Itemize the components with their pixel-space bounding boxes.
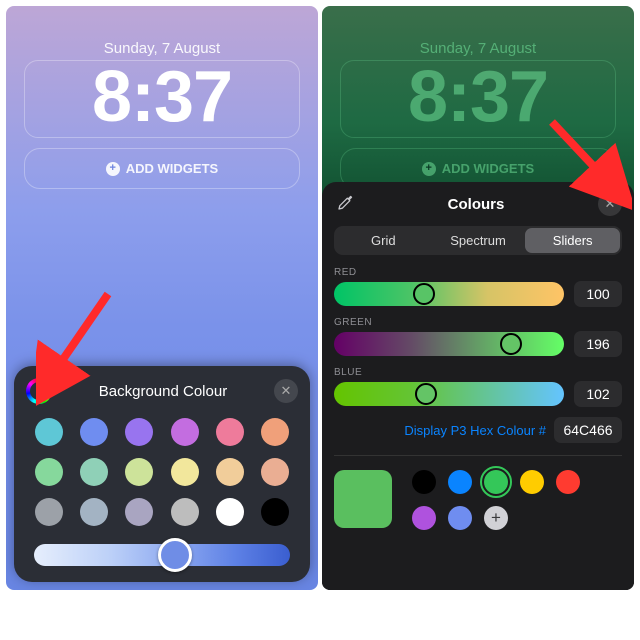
colour-wheel-icon[interactable] — [26, 378, 52, 404]
green-value[interactable]: 196 — [574, 331, 622, 357]
phone-right: Sunday, 7 August 8:37 + ADD WIDGETS Colo… — [322, 6, 634, 590]
red-slider[interactable] — [334, 282, 564, 306]
swatch[interactable] — [261, 418, 289, 446]
tab-spectrum[interactable]: Spectrum — [431, 228, 526, 253]
preset-swatch[interactable] — [412, 506, 436, 530]
lock-time: 8:37 — [25, 61, 299, 133]
preset-swatch[interactable] — [556, 470, 580, 494]
plus-circle-icon: + — [106, 162, 120, 176]
swatch-grid — [26, 414, 298, 538]
swatch[interactable] — [35, 498, 63, 526]
swatch[interactable] — [171, 418, 199, 446]
swatch[interactable] — [125, 498, 153, 526]
eyedropper-icon[interactable] — [334, 194, 354, 214]
add-widgets-label: ADD WIDGETS — [442, 161, 534, 176]
swatch[interactable] — [80, 498, 108, 526]
preset-swatch[interactable] — [448, 470, 472, 494]
segmented-control: Grid Spectrum Sliders — [334, 226, 622, 255]
swatch[interactable] — [35, 418, 63, 446]
green-label: GREEN — [334, 317, 622, 328]
lock-time-box[interactable]: 8:37 — [340, 60, 616, 138]
swatch[interactable] — [171, 458, 199, 486]
swatch[interactable] — [80, 458, 108, 486]
green-thumb[interactable] — [500, 333, 522, 355]
lock-date: Sunday, 7 August — [322, 6, 634, 57]
blue-thumb[interactable] — [415, 383, 437, 405]
preset-swatches: + — [412, 470, 580, 530]
colour-preview — [334, 470, 392, 528]
swatch[interactable] — [171, 498, 199, 526]
preset-swatch[interactable] — [412, 470, 436, 494]
swatch[interactable] — [216, 418, 244, 446]
blue-slider[interactable] — [334, 382, 564, 406]
lock-time-box[interactable]: 8:37 — [24, 60, 300, 138]
swatch[interactable] — [125, 458, 153, 486]
preset-swatch[interactable] — [520, 470, 544, 494]
hex-value[interactable]: 64C466 — [554, 417, 622, 443]
tab-sliders[interactable]: Sliders — [525, 228, 620, 253]
colours-panel: Colours ✕ Grid Spectrum Sliders RED 100 — [322, 182, 634, 590]
plus-circle-icon: + — [422, 162, 436, 176]
preset-swatch[interactable] — [484, 470, 508, 494]
panel-title: Background Colour — [52, 383, 274, 400]
green-slider[interactable] — [334, 332, 564, 356]
tab-grid[interactable]: Grid — [336, 228, 431, 253]
swatch[interactable] — [216, 458, 244, 486]
red-label: RED — [334, 267, 622, 278]
swatch[interactable] — [80, 418, 108, 446]
lock-time: 8:37 — [341, 61, 615, 133]
swatch[interactable] — [125, 418, 153, 446]
add-swatch-button[interactable]: + — [484, 506, 508, 530]
close-button[interactable]: ✕ — [598, 192, 622, 216]
panel-title: Colours — [354, 196, 598, 213]
blue-value[interactable]: 102 — [574, 381, 622, 407]
preset-swatch[interactable] — [448, 506, 472, 530]
swatch[interactable] — [261, 498, 289, 526]
background-colour-panel: Background Colour ✕ — [14, 366, 310, 582]
close-button[interactable]: ✕ — [274, 379, 298, 403]
hue-slider[interactable] — [34, 544, 290, 566]
swatch[interactable] — [261, 458, 289, 486]
red-value[interactable]: 100 — [574, 281, 622, 307]
hue-thumb[interactable] — [158, 538, 192, 572]
blue-label: BLUE — [334, 367, 622, 378]
phone-left: Sunday, 7 August 8:37 + ADD WIDGETS Back… — [6, 6, 318, 590]
lock-date: Sunday, 7 August — [6, 6, 318, 57]
add-widgets-button[interactable]: + ADD WIDGETS — [24, 148, 300, 189]
swatch[interactable] — [216, 498, 244, 526]
add-widgets-label: ADD WIDGETS — [126, 161, 218, 176]
swatch[interactable] — [35, 458, 63, 486]
red-thumb[interactable] — [413, 283, 435, 305]
hex-label[interactable]: Display P3 Hex Colour # — [404, 423, 546, 438]
